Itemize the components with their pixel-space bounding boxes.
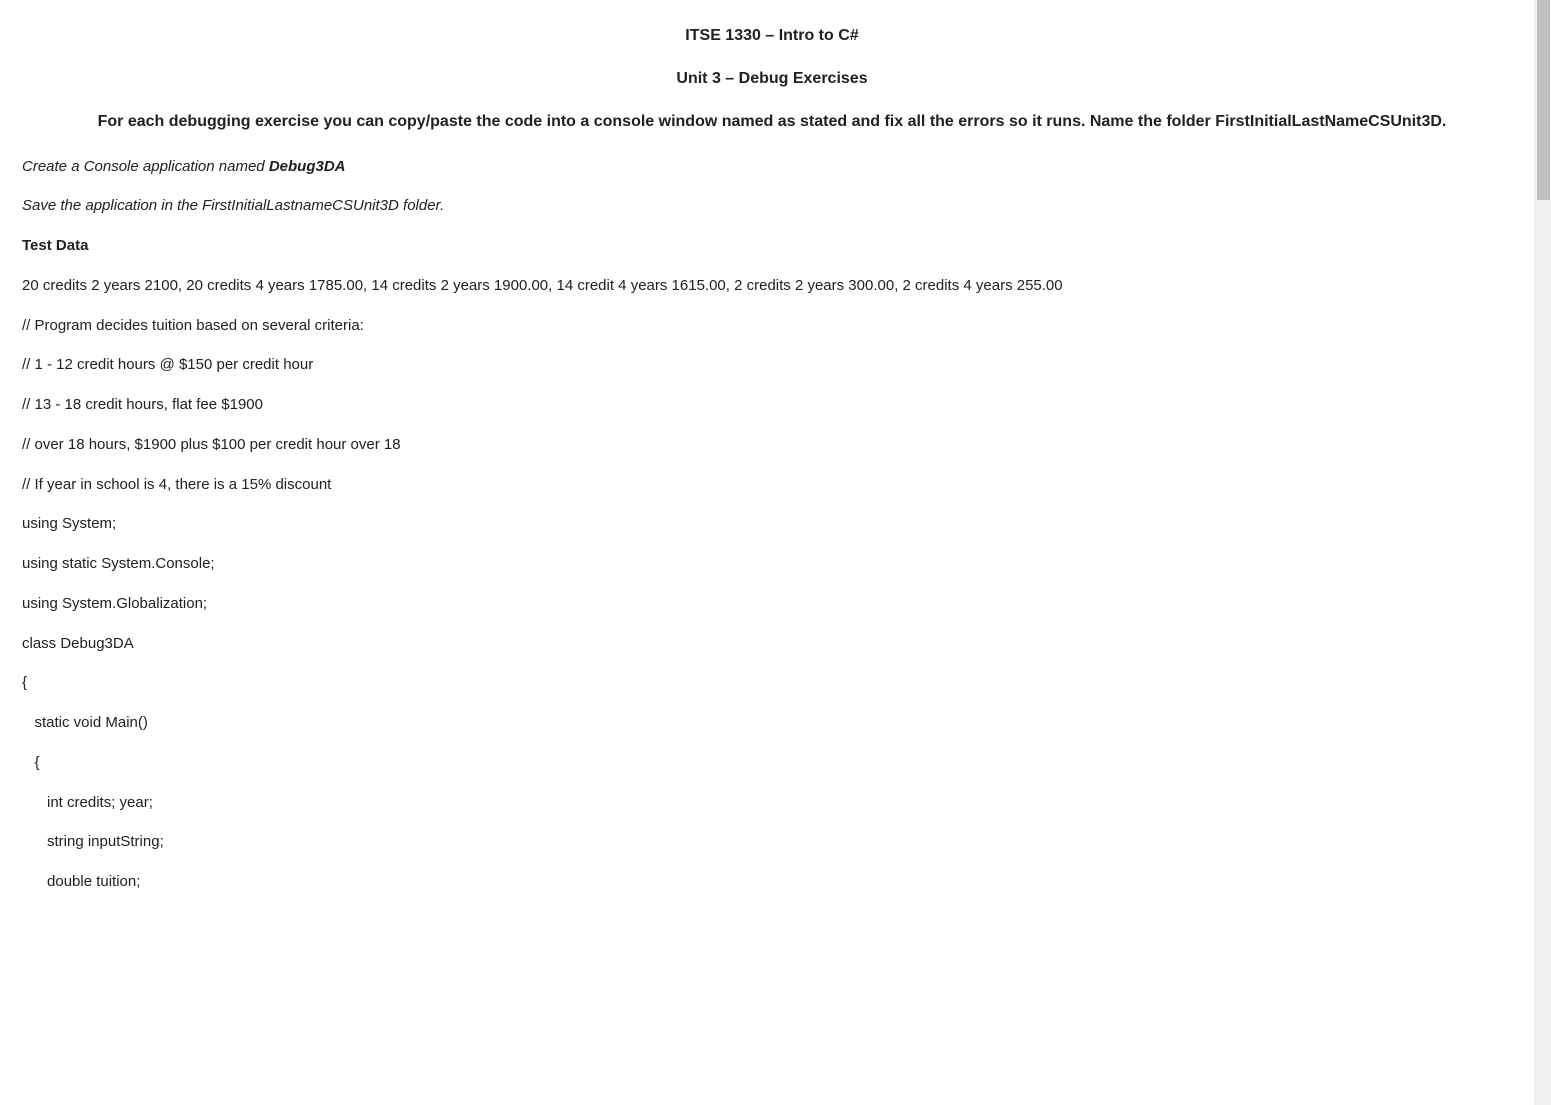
unit-title: Unit 3 – Debug Exercises bbox=[22, 67, 1522, 90]
code-line: // Program decides tuition based on seve… bbox=[22, 315, 1522, 337]
code-line: double tuition; bbox=[22, 871, 1522, 893]
scrollbar-track[interactable] bbox=[1534, 0, 1551, 1105]
course-title: ITSE 1330 – Intro to C# bbox=[22, 24, 1522, 47]
code-line: // 1 - 12 credit hours @ $150 per credit… bbox=[22, 354, 1522, 376]
code-line: { bbox=[22, 672, 1522, 694]
code-line: // over 18 hours, $1900 plus $100 per cr… bbox=[22, 434, 1522, 456]
code-line: int credits; year; bbox=[22, 792, 1522, 814]
code-line: using System; bbox=[22, 513, 1522, 535]
scrollbar-thumb[interactable] bbox=[1537, 0, 1550, 200]
create-app-line: Create a Console application named Debug… bbox=[22, 156, 1522, 178]
test-data-content: 20 credits 2 years 2100, 20 credits 4 ye… bbox=[22, 275, 1522, 297]
test-data-label: Test Data bbox=[22, 235, 1522, 257]
create-app-prefix: Create a Console application named bbox=[22, 158, 269, 175]
instructions-text: For each debugging exercise you can copy… bbox=[22, 110, 1522, 133]
create-app-name: Debug3DA bbox=[269, 158, 346, 175]
code-line: // 13 - 18 credit hours, flat fee $1900 bbox=[22, 394, 1522, 416]
document-body: ITSE 1330 – Intro to C# Unit 3 – Debug E… bbox=[22, 24, 1522, 893]
code-line: { bbox=[22, 752, 1522, 774]
code-line: // If year in school is 4, there is a 15… bbox=[22, 474, 1522, 496]
code-line: using static System.Console; bbox=[22, 553, 1522, 575]
code-line: static void Main() bbox=[22, 712, 1522, 734]
code-line: using System.Globalization; bbox=[22, 593, 1522, 615]
code-line: class Debug3DA bbox=[22, 633, 1522, 655]
code-line: string inputString; bbox=[22, 831, 1522, 853]
save-app-line: Save the application in the FirstInitial… bbox=[22, 195, 1522, 217]
